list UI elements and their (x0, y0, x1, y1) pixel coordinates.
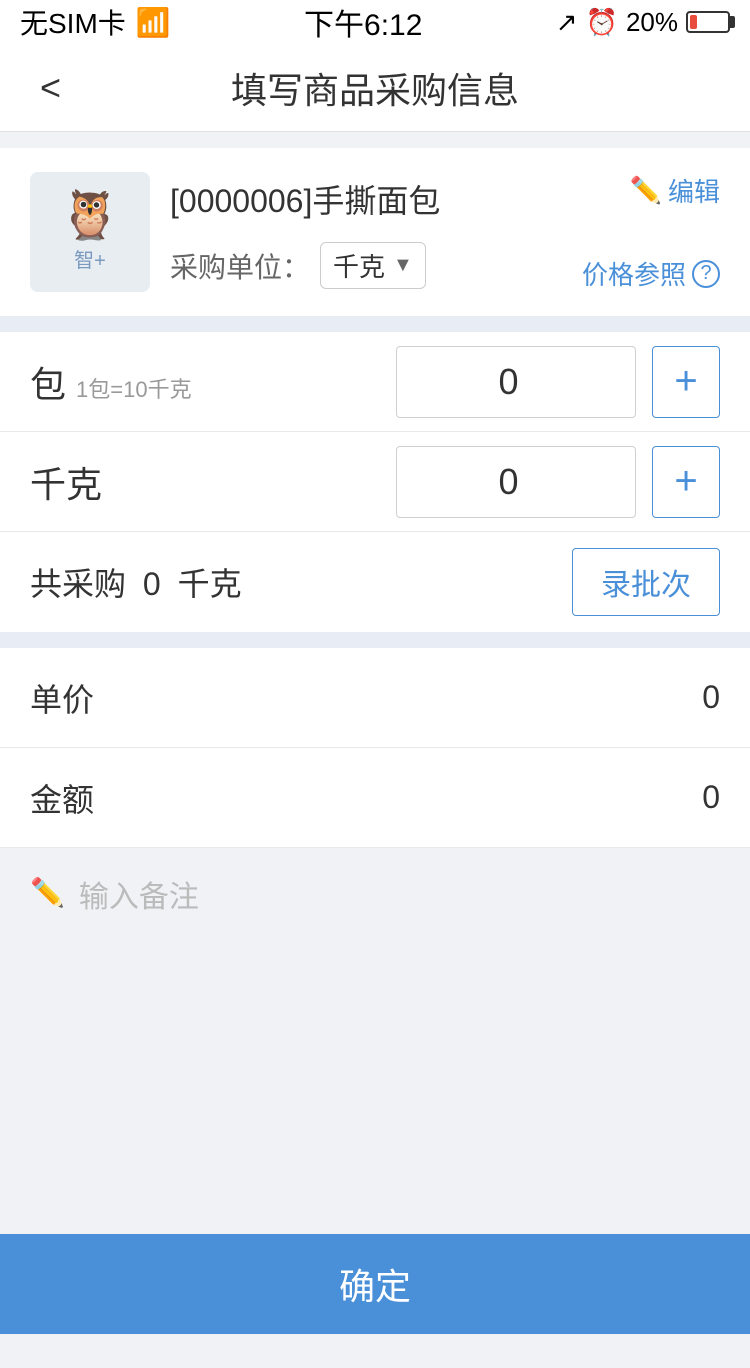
amount-row: 金额 0 (0, 748, 750, 848)
bag-label-sub: 1包=10千克 (76, 372, 192, 404)
price-ref-button[interactable]: 价格参照 ? (582, 255, 720, 292)
remark-section[interactable]: ✏️ 输入备注 (0, 848, 750, 968)
unit-price-value: 0 (702, 679, 720, 716)
kg-label-main: 千克 (30, 456, 102, 508)
nav-bar: < 填写商品采购信息 (0, 44, 750, 132)
alarm-icon: ⏰ (586, 7, 618, 38)
section-divider-2 (0, 632, 750, 648)
price-ref-label: 价格参照 (582, 255, 686, 292)
total-unit: 千克 (178, 566, 242, 602)
status-left: 无SIM卡 📶 (20, 2, 171, 42)
wifi-icon: 📶 (136, 6, 171, 39)
section-divider-1 (0, 316, 750, 332)
confirm-bar[interactable]: 确定 (0, 1234, 750, 1334)
unit-price-label: 单价 (30, 675, 94, 721)
battery-fill (690, 15, 697, 29)
kg-label: 千克 (30, 456, 230, 508)
bag-plus-button[interactable]: + (652, 346, 720, 418)
edit-label: 编辑 (668, 172, 720, 209)
page-title: 填写商品采购信息 (231, 62, 519, 114)
status-time: 下午6:12 (304, 0, 422, 44)
unit-value: 千克 (333, 247, 385, 284)
remark-placeholder: 输入备注 (79, 872, 199, 916)
price-section: 单价 0 金额 0 (0, 648, 750, 848)
edit-button[interactable]: ✏️ 编辑 (630, 172, 720, 209)
unit-arrow-icon: ▼ (393, 254, 413, 277)
brand-text: 智+ (74, 244, 106, 273)
bag-quantity-input[interactable] (396, 346, 636, 418)
confirm-button-label: 确定 (339, 1258, 411, 1310)
total-value: 0 (143, 566, 161, 602)
kg-input-right: + (230, 446, 720, 518)
unit-selector[interactable]: 千克 ▼ (320, 242, 426, 289)
location-icon: ↗ (556, 7, 578, 38)
product-card: 🦉 智+ [0000006]手撕面包 采购单位： 千克 ▼ ✏️ 编辑 价格参照… (0, 148, 750, 316)
bag-input-row: 包 1包=10千克 + (0, 332, 750, 432)
battery-percent: 20% (626, 7, 678, 38)
amount-value: 0 (702, 779, 720, 816)
kg-plus-button[interactable]: + (652, 446, 720, 518)
batch-button[interactable]: 录批次 (572, 548, 720, 616)
input-section: 包 1包=10千克 + 千克 + 共采购 0 千克 录批次 (0, 332, 750, 632)
owl-icon: 🦉 (60, 192, 120, 240)
status-bar: 无SIM卡 📶 下午6:12 ↗ ⏰ 20% (0, 0, 750, 44)
pencil-icon: ✏️ (30, 876, 65, 909)
bag-label: 包 1包=10千克 (30, 356, 230, 408)
unit-price-row: 单价 0 (0, 648, 750, 748)
kg-input-row: 千克 + (0, 432, 750, 532)
status-right: ↗ ⏰ 20% (556, 7, 730, 38)
kg-quantity-input[interactable] (396, 446, 636, 518)
amount-label: 金额 (30, 775, 94, 821)
total-text: 共采购 0 千克 (30, 559, 242, 605)
total-row: 共采购 0 千克 录批次 (0, 532, 750, 632)
back-button[interactable]: < (30, 57, 71, 119)
bag-input-right: + (230, 346, 720, 418)
price-ref-icon: ? (692, 260, 720, 288)
product-image: 🦉 智+ (30, 172, 150, 292)
total-label: 共采购 (30, 566, 126, 602)
carrier-text: 无SIM卡 (20, 2, 126, 42)
battery-icon (686, 11, 730, 33)
bag-label-main: 包 (30, 356, 66, 408)
unit-label: 采购单位： (170, 246, 310, 286)
edit-icon: ✏️ (630, 175, 662, 206)
